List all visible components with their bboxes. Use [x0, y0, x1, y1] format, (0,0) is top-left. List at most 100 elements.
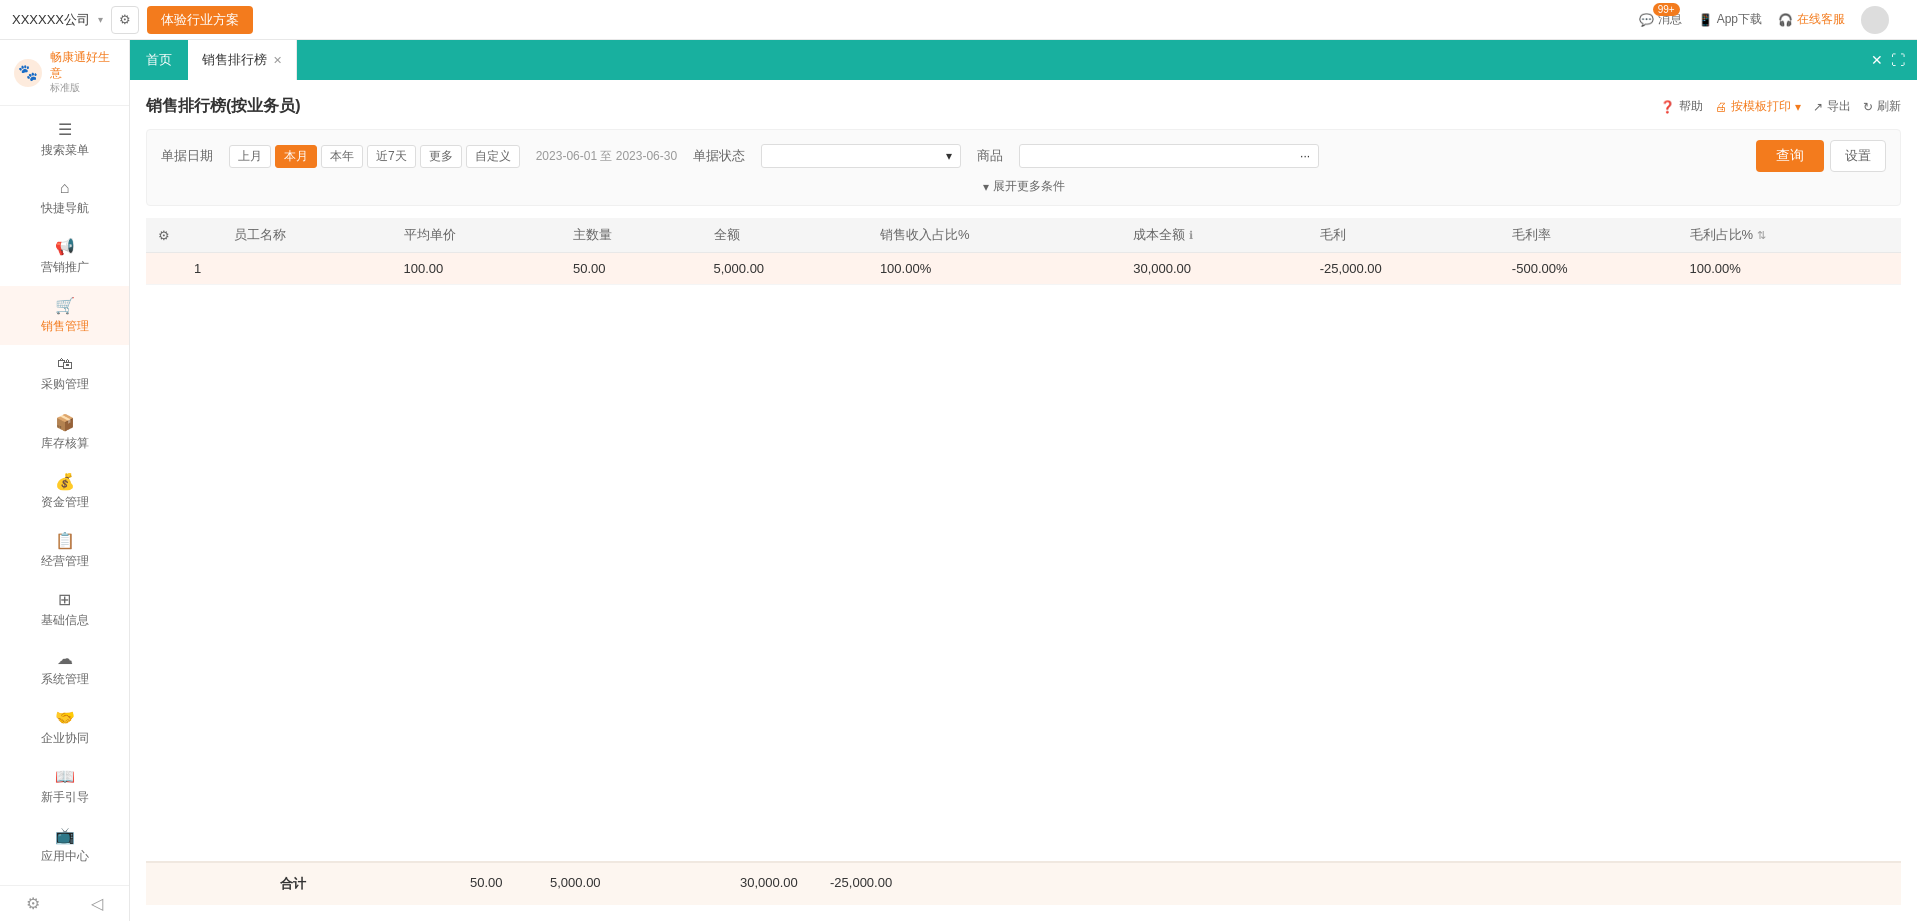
- col-rank: [182, 218, 222, 253]
- profit-pct-sort-icon[interactable]: ⇅: [1757, 229, 1766, 241]
- footer-profit-rate: [908, 871, 932, 897]
- footer-sales-pct: [628, 871, 728, 897]
- query-actions: 查询 设置: [1756, 140, 1886, 172]
- page-header: 销售排行榜(按业务员) ❓ 帮助 🖨 按模板打印 ▾ ↗: [146, 96, 1901, 117]
- sidebar-icon-inventory: 📦: [55, 413, 75, 432]
- content-body: 销售排行榜(按业务员) ❓ 帮助 🖨 按模板打印 ▾ ↗: [130, 80, 1917, 921]
- cost-info-icon[interactable]: ℹ: [1189, 229, 1193, 241]
- collapse-icon[interactable]: ◁: [91, 894, 103, 913]
- goods-select[interactable]: ···: [1019, 144, 1319, 168]
- sidebar-item-system[interactable]: ☁ 系统管理: [0, 639, 129, 698]
- message-btn[interactable]: 💬 消息 99+: [1639, 11, 1682, 28]
- status-select[interactable]: ▾: [761, 144, 961, 168]
- print-dropdown-icon[interactable]: ▾: [1795, 100, 1801, 114]
- date-btn-more[interactable]: 更多: [420, 145, 462, 168]
- refresh-icon: ↻: [1863, 100, 1873, 114]
- table-head: ⚙ 员工名称 平均单价 主数量 全额 销售收入占比% 成本全额 ℹ 毛利 毛利率: [146, 218, 1901, 253]
- status-dropdown-icon: ▾: [946, 149, 952, 163]
- phone-icon: 📱: [1698, 13, 1713, 27]
- top-bar-right: 💬 消息 99+ 📱 App下载 🎧 在线客服: [1639, 6, 1905, 34]
- logo-icon: 🐾: [12, 57, 44, 89]
- footer-amount: 5,000.00: [538, 871, 628, 897]
- company-dropdown-icon[interactable]: ▾: [98, 14, 103, 25]
- col-profit-rate: 毛利率: [1500, 218, 1678, 253]
- footer-profit-pct: [932, 871, 956, 897]
- col-qty: 主数量: [561, 218, 702, 253]
- print-btn[interactable]: 🖨 按模板打印 ▾: [1715, 98, 1801, 115]
- sidebar-item-guide[interactable]: 📖 新手引导: [0, 757, 129, 816]
- sidebar-item-marketing[interactable]: 📢 营销推广: [0, 227, 129, 286]
- footer-cost: 30,000.00: [728, 871, 818, 897]
- sidebar-item-finance[interactable]: 💰 资金管理: [0, 462, 129, 521]
- sidebar-item-inventory[interactable]: 📦 库存核算: [0, 403, 129, 462]
- sidebar-label-quick-nav: 快捷导航: [41, 200, 89, 217]
- export-btn[interactable]: ↗ 导出: [1813, 98, 1851, 115]
- table-wrapper: ⚙ 员工名称 平均单价 主数量 全额 销售收入占比% 成本全额 ℹ 毛利 毛利率: [146, 218, 1901, 540]
- content-spacer: [146, 540, 1901, 862]
- avatar[interactable]: [1861, 6, 1889, 34]
- top-bar-left: XXXXXX公司 ▾ ⚙ 体验行业方案: [12, 6, 1639, 34]
- tab-home[interactable]: 首页: [130, 40, 188, 80]
- status-label: 单据状态: [693, 147, 745, 165]
- settings-icon-btn[interactable]: ⚙: [111, 6, 139, 34]
- sidebar-icon-operation: 📋: [55, 531, 75, 550]
- logo-subtitle: 标准版: [50, 81, 117, 95]
- col-amount: 全额: [702, 218, 868, 253]
- col-settings-icon[interactable]: ⚙: [158, 228, 170, 243]
- sidebar-item-search-order[interactable]: ☰ 搜索菜单: [0, 110, 129, 169]
- sidebar-label-finance: 资金管理: [41, 494, 89, 511]
- data-table: ⚙ 员工名称 平均单价 主数量 全额 销售收入占比% 成本全额 ℹ 毛利 毛利率: [146, 218, 1901, 285]
- footer-profit: -25,000.00: [818, 871, 908, 897]
- help-btn[interactable]: ❓ 帮助: [1660, 98, 1703, 115]
- sidebar-bottom: ⚙ ◁: [0, 885, 129, 921]
- sidebar-item-wechat[interactable]: 💬 企业微信: [0, 875, 129, 885]
- sidebar-item-app-center[interactable]: 📺 应用中心: [0, 816, 129, 875]
- sidebar-item-enterprise[interactable]: 🤝 企业协同: [0, 698, 129, 757]
- sidebar-icon-search-order: ☰: [58, 120, 72, 139]
- export-icon: ↗: [1813, 100, 1823, 114]
- try-industry-btn[interactable]: 体验行业方案: [147, 6, 253, 34]
- sidebar-icon-finance: 💰: [55, 472, 75, 491]
- sidebar-item-operation[interactable]: 📋 经营管理: [0, 521, 129, 580]
- page-title: 销售排行榜(按业务员): [146, 96, 301, 117]
- online-service-btn[interactable]: 🎧 在线客服: [1778, 11, 1845, 28]
- sidebar-nav: ☰ 搜索菜单 ⌂ 快捷导航 📢 营销推广 🛒 销售管理 🛍 采购管理 📦 库存核…: [0, 106, 129, 885]
- tab-close-icon[interactable]: ✕: [273, 54, 282, 67]
- date-btn-custom[interactable]: 自定义: [466, 145, 520, 168]
- query-btn[interactable]: 查询: [1756, 140, 1824, 172]
- sidebar-icon-system: ☁: [57, 649, 73, 668]
- filter-bar: 单据日期 上月 本月 本年 近7天 更多 自定义 2023-06-01 至 20…: [146, 129, 1901, 206]
- refresh-btn[interactable]: ↻ 刷新: [1863, 98, 1901, 115]
- header-actions: ❓ 帮助 🖨 按模板打印 ▾ ↗ 导出 ↻: [1660, 98, 1901, 115]
- chevron-down-icon: ▾: [983, 180, 989, 194]
- expand-more-btn[interactable]: ▾ 展开更多条件: [161, 178, 1886, 195]
- sidebar-icon-quick-nav: ⌂: [60, 179, 70, 197]
- sidebar-label-operation: 经营管理: [41, 553, 89, 570]
- tab-sales-ranking[interactable]: 销售排行榜 ✕: [188, 40, 297, 80]
- headset-icon: 🎧: [1778, 13, 1793, 27]
- main-area: 🐾 畅康通好生意 标准版 ☰ 搜索菜单 ⌂ 快捷导航 📢 营销推广 🛒 销售管理: [0, 40, 1917, 921]
- sidebar-item-basic-info[interactable]: ⊞ 基础信息: [0, 580, 129, 639]
- settings-btn[interactable]: 设置: [1830, 140, 1886, 172]
- sidebar-item-sales[interactable]: 🛒 销售管理: [0, 286, 129, 345]
- date-btn-7days[interactable]: 近7天: [367, 145, 416, 168]
- sidebar-item-purchase[interactable]: 🛍 采购管理: [0, 345, 129, 403]
- settings-bottom-icon[interactable]: ⚙: [26, 894, 40, 913]
- sidebar-label-marketing: 营销推广: [41, 259, 89, 276]
- sidebar-label-app-center: 应用中心: [41, 848, 89, 865]
- sidebar-item-quick-nav[interactable]: ⌂ 快捷导航: [0, 169, 129, 227]
- sidebar-label-purchase: 采购管理: [41, 376, 89, 393]
- footer-label: 合计: [268, 871, 368, 897]
- table-header-row: ⚙ 员工名称 平均单价 主数量 全额 销售收入占比% 成本全额 ℹ 毛利 毛利率: [146, 218, 1901, 253]
- date-btn-this-year[interactable]: 本年: [321, 145, 363, 168]
- goods-more-icon[interactable]: ···: [1300, 149, 1310, 163]
- date-btn-last-month[interactable]: 上月: [229, 145, 271, 168]
- tab-maximize-icon[interactable]: ⛶: [1891, 52, 1905, 68]
- footer-cells: 合计 50.00 5,000.00 30,000.00 -25,000.00: [158, 871, 1889, 897]
- app-download-btn[interactable]: 📱 App下载: [1698, 11, 1762, 28]
- date-btn-this-month[interactable]: 本月: [275, 145, 317, 168]
- sidebar-label-guide: 新手引导: [41, 789, 89, 806]
- logo-text-area: 畅康通好生意 标准版: [50, 50, 117, 95]
- tab-close-all-icon[interactable]: ✕: [1871, 52, 1883, 68]
- sidebar-icon-marketing: 📢: [55, 237, 75, 256]
